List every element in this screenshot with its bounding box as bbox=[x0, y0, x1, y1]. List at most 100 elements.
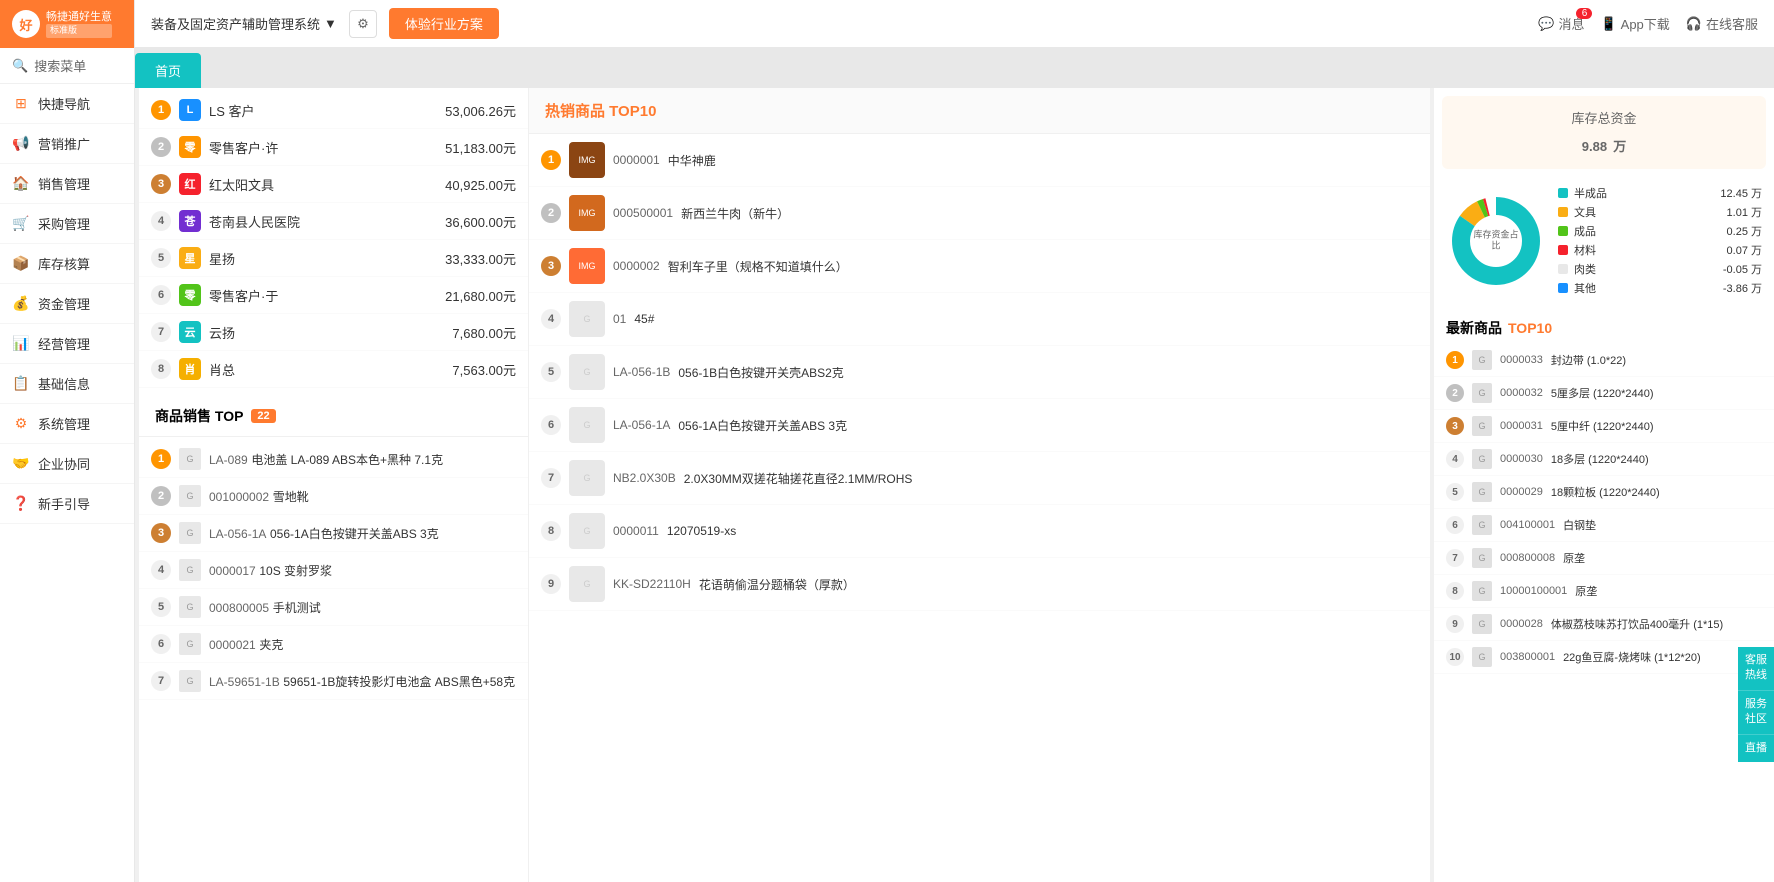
latest-code: 10000100001 bbox=[1500, 585, 1567, 597]
legend-item: 成品 0.25 万 bbox=[1558, 223, 1762, 239]
online-service-label: 在线客服 bbox=[1706, 14, 1758, 33]
latest-product-img: G bbox=[1472, 614, 1492, 634]
hot-rank-num: 4 bbox=[541, 309, 561, 329]
latest-name: 白钢垫 bbox=[1563, 517, 1762, 533]
float-service-button[interactable]: 服务 社区 bbox=[1738, 691, 1774, 735]
hot-product-name: 2.0X30MM双搓花轴搓花直径2.1MM/ROHS bbox=[684, 470, 1418, 487]
sidebar-item-inventory[interactable]: 📦 库存核算 bbox=[0, 244, 134, 284]
product-image: G bbox=[179, 559, 201, 581]
customer-amount: 33,333.00元 bbox=[445, 249, 516, 268]
customer-amount: 21,680.00元 bbox=[445, 286, 516, 305]
topbar-right: 💬 消息 6 📱 App下载 🎧 在线客服 bbox=[1538, 14, 1758, 33]
search-label: 搜索菜单 bbox=[34, 56, 86, 75]
product-ranking-section: 商品销售 TOP 22 1 G LA-089 电池盖 LA-089 ABS本色+… bbox=[139, 396, 528, 704]
legend-name: 成品 bbox=[1574, 223, 1721, 239]
latest-item: 5 G 0000029 18颗粒板 (1220*2440) bbox=[1434, 476, 1774, 509]
customer-amount: 7,680.00元 bbox=[452, 323, 516, 342]
latest-name: 封边带 (1.0*22) bbox=[1551, 352, 1762, 368]
hot-product-code: KK-SD22110H bbox=[613, 577, 691, 591]
hot-rank-num: 5 bbox=[541, 362, 561, 382]
hot-rank-num: 9 bbox=[541, 574, 561, 594]
messages-button[interactable]: 💬 消息 6 bbox=[1538, 14, 1584, 33]
legend-value: 1.01 万 bbox=[1727, 204, 1762, 220]
hot-product-img: G bbox=[569, 354, 605, 390]
system-name-dropdown[interactable]: 装备及固定资产辅助管理系统 ▼ bbox=[151, 14, 337, 33]
hot-product-code: 01 bbox=[613, 312, 626, 326]
customer-avatar: 红 bbox=[179, 173, 201, 195]
latest-name: 18多层 (1220*2440) bbox=[1551, 451, 1762, 467]
trial-button[interactable]: 体验行业方案 bbox=[389, 8, 499, 39]
float-service-button[interactable]: 直播 bbox=[1738, 735, 1774, 762]
sidebar-label-system: 系统管理 bbox=[38, 414, 90, 433]
hot-product-name: 中华神鹿 bbox=[668, 152, 1418, 169]
product-name: 电池盖 LA-089 ABS本色+黑种 7.1克 bbox=[251, 453, 443, 467]
mid-col-inner: 1 L LS 客户 53,006.26元 2 零 零售客户·许 51,183.0… bbox=[139, 88, 1430, 882]
inventory-chart-area: 库存资金占比 半成品 12.45 万 文具 1.01 万 成品 0.25 万 材… bbox=[1434, 177, 1774, 304]
app-download-button[interactable]: 📱 App下载 bbox=[1600, 14, 1669, 33]
tab-home[interactable]: 首页 bbox=[135, 53, 201, 88]
purchase-icon: 🛒 bbox=[12, 215, 30, 233]
latest-item: 3 G 0000031 5厘中纤 (1220*2440) bbox=[1434, 410, 1774, 443]
customer-amount: 36,600.00元 bbox=[445, 212, 516, 231]
hot-product-name: 056-1A白色按键开关盖ABS 3克 bbox=[678, 417, 1418, 434]
online-service-button[interactable]: 🎧 在线客服 bbox=[1686, 14, 1758, 33]
product-code: 000800005 bbox=[209, 601, 269, 615]
sidebar-item-finance[interactable]: 💰 资金管理 bbox=[0, 284, 134, 324]
sidebar-item-purchase[interactable]: 🛒 采购管理 bbox=[0, 204, 134, 244]
inventory-label: 库存总资金 bbox=[1458, 108, 1750, 127]
product-rank-item: 6 G 0000021 夹克 bbox=[139, 626, 528, 663]
hot-product-code: LA-056-1A bbox=[613, 418, 670, 432]
customer-name: 肖总 bbox=[209, 360, 444, 379]
hot-products-list: 1 IMG 0000001 中华神鹿 2 IMG 000500001 新西兰牛肉… bbox=[529, 134, 1430, 611]
hot-product-img: IMG bbox=[569, 142, 605, 178]
rank-item: 6 零 零售客户·于 21,680.00元 bbox=[139, 277, 528, 314]
latest-code: 000800008 bbox=[1500, 552, 1555, 564]
legend-value: 0.25 万 bbox=[1727, 223, 1762, 239]
product-name: 夹克 bbox=[259, 638, 283, 652]
product-rank-item: 2 G 001000002 雪地靴 bbox=[139, 478, 528, 515]
product-name: 手机测试 bbox=[273, 601, 321, 615]
latest-rank-num: 9 bbox=[1446, 615, 1464, 633]
latest-product-img: G bbox=[1472, 647, 1492, 667]
customer-rank-list: 1 L LS 客户 53,006.26元 2 零 零售客户·许 51,183.0… bbox=[139, 88, 528, 392]
latest-code: 0000029 bbox=[1500, 486, 1543, 498]
sidebar-item-operation[interactable]: 📊 经营管理 bbox=[0, 324, 134, 364]
sidebar-label-operation: 经营管理 bbox=[38, 334, 90, 353]
latest-item: 10 G 003800001 22g鱼豆腐-烧烤味 (1*12*20) bbox=[1434, 641, 1774, 674]
legend-color bbox=[1558, 207, 1568, 217]
hot-item: 2 IMG 000500001 新西兰牛肉（新牛） bbox=[529, 187, 1430, 240]
product-image: G bbox=[179, 448, 201, 470]
sidebar-item-system[interactable]: ⚙ 系统管理 bbox=[0, 404, 134, 444]
float-buttons: 客服 热线服务 社区直播 bbox=[1738, 647, 1774, 762]
sidebar-item-quick[interactable]: ⊞ 快捷导航 bbox=[0, 84, 134, 124]
service-icon: 🎧 bbox=[1686, 16, 1702, 32]
sidebar-item-sales[interactable]: 🏠 销售管理 bbox=[0, 164, 134, 204]
hot-product-img: G bbox=[569, 513, 605, 549]
latest-rank-num: 7 bbox=[1446, 549, 1464, 567]
settings-button[interactable]: ⚙ bbox=[349, 10, 377, 38]
legend-name: 肉类 bbox=[1574, 261, 1717, 277]
hot-product-code: NB2.0X30B bbox=[613, 471, 676, 485]
legend-value: -3.86 万 bbox=[1723, 280, 1762, 296]
search-menu[interactable]: 🔍 搜索菜单 bbox=[0, 48, 134, 84]
sidebar-item-basic[interactable]: 📋 基础信息 bbox=[0, 364, 134, 404]
hot-product-img: G bbox=[569, 407, 605, 443]
sidebar-item-cooperation[interactable]: 🤝 企业协同 bbox=[0, 444, 134, 484]
sidebar-item-guide[interactable]: ❓ 新手引导 bbox=[0, 484, 134, 524]
content-tabs: 首页 bbox=[135, 48, 1774, 88]
rank-number: 2 bbox=[151, 486, 171, 506]
hot-rank-num: 6 bbox=[541, 415, 561, 435]
app-download-label: App下载 bbox=[1621, 14, 1670, 33]
latest-products-section: 最新商品 TOP10 1 G 0000033 封边带 (1.0*22) 2 G … bbox=[1434, 304, 1774, 682]
hot-item: 5 G LA-056-1B 056-1B白色按键开关壳ABS2克 bbox=[529, 346, 1430, 399]
sidebar-item-marketing[interactable]: 📢 营销推广 bbox=[0, 124, 134, 164]
mid-left: 1 L LS 客户 53,006.26元 2 零 零售客户·许 51,183.0… bbox=[139, 88, 529, 882]
customer-avatar: 苍 bbox=[179, 210, 201, 232]
float-service-button[interactable]: 客服 热线 bbox=[1738, 647, 1774, 691]
customer-amount: 7,563.00元 bbox=[452, 360, 516, 379]
hot-product-name: 花语萌偷温分题桶袋（厚款） bbox=[699, 576, 1418, 593]
hot-products-section: 热销商品 TOP10 1 IMG 0000001 中华神鹿 2 IMG 0005… bbox=[529, 88, 1430, 882]
hot-item: 9 G KK-SD22110H 花语萌偷温分题桶袋（厚款） bbox=[529, 558, 1430, 611]
hot-rank-num: 1 bbox=[541, 150, 561, 170]
legend-color bbox=[1558, 188, 1568, 198]
